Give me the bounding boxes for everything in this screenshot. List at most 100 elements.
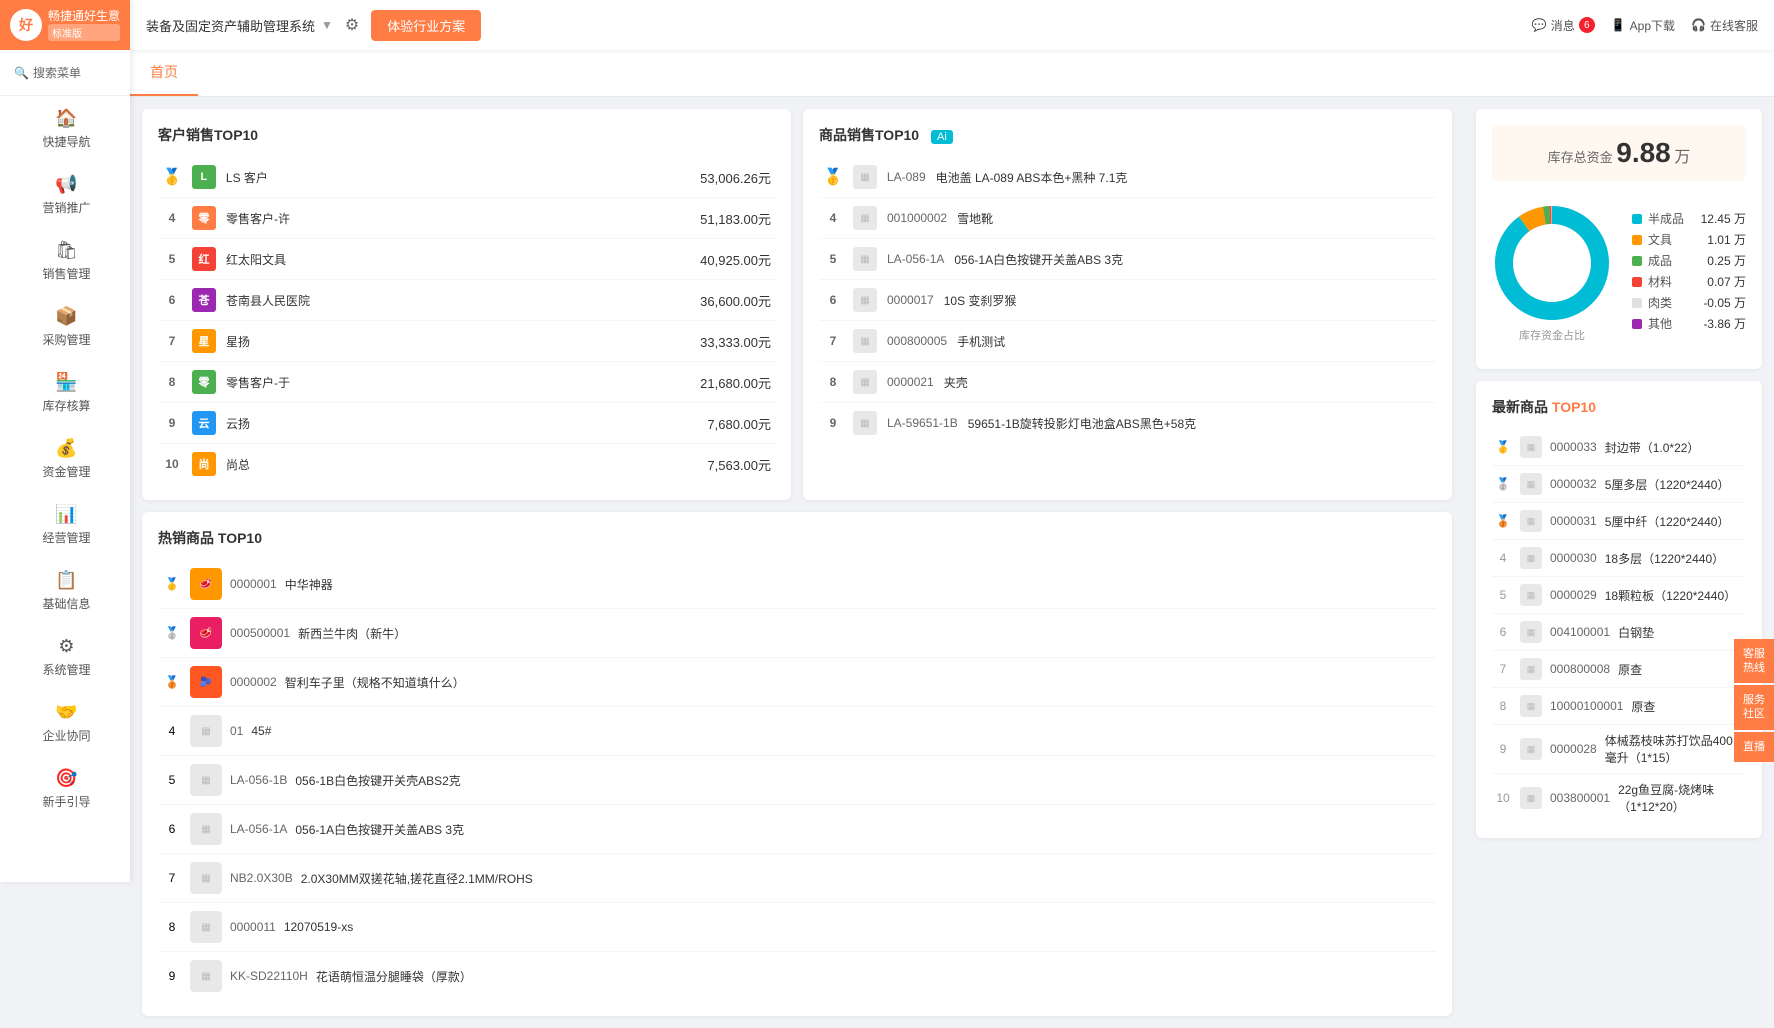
table-row: 8 ▦ 0000021 夹壳 — [819, 362, 1436, 403]
rank-number: 8 — [823, 372, 843, 392]
service-community-button[interactable]: 服务社区 — [1734, 685, 1774, 730]
legend-item: 其他 -3.86 万 — [1632, 315, 1746, 332]
customer-amount: 7,680.00元 — [707, 414, 771, 433]
ai-label: Ai — [931, 130, 953, 144]
sidebar-item-finance[interactable]: 💰 资金管理 — [0, 426, 130, 492]
rank-badge: 尚 — [192, 452, 216, 476]
table-row: 7 ▦ 000800005 手机测试 — [819, 321, 1436, 362]
content-main: 客户销售TOP10 🥇 L LS 客户 53,006.26元 4 零 零售客户- — [130, 97, 1464, 1028]
sidebar-item-basic[interactable]: 📋 基础信息 — [0, 558, 130, 624]
product-icon: ▦ — [1520, 621, 1542, 643]
product-icon: ▦ — [853, 411, 877, 435]
sidebar-item-inventory[interactable]: 🏪 库存核算 — [0, 360, 130, 426]
legend-name: 成品 — [1648, 252, 1701, 269]
rank-badge: 云 — [192, 411, 216, 435]
product-name: 花语萌恒温分腿睡袋（厚款） — [316, 968, 472, 985]
legend-dot — [1632, 256, 1642, 266]
hot-products-list: 🥇 🥩 0000001 中华神器 🥈 🥩 000500001 新西兰牛肉（新牛）… — [158, 560, 1436, 1000]
legend-value: -0.05 万 — [1703, 294, 1746, 311]
sidebar-search-area[interactable]: 🔍 搜索菜单 — [0, 50, 130, 96]
rank-number: 6 — [162, 290, 182, 310]
legend-list: 半成品 12.45 万 文具 1.01 万 成品 0.25 万 — [1632, 210, 1746, 336]
product-name: 手机测试 — [957, 333, 1432, 350]
rank-number: 🥈 — [1494, 477, 1512, 491]
list-item: 8 ▦ 0000011 12070519-xs — [158, 903, 1436, 952]
message-btn[interactable]: 💬 消息 6 — [1532, 17, 1595, 34]
try-plan-button[interactable]: 体验行业方案 — [371, 10, 481, 41]
search-menu-btn[interactable]: 🔍 搜索菜单 — [8, 60, 122, 85]
rank-number: 8 — [1494, 699, 1512, 713]
rank-section: 客户销售TOP10 🥇 L LS 客户 53,006.26元 4 零 零售客户- — [142, 109, 1452, 500]
legend-dot — [1632, 214, 1642, 224]
rank-number: 6 — [823, 290, 843, 310]
product-code: LA-056-1A — [230, 822, 287, 836]
list-item: 4 ▦ 0000030 18多层（1220*2440） — [1492, 540, 1746, 577]
direct-button[interactable]: 直播 — [1734, 732, 1774, 762]
product-code: 001000002 — [887, 211, 947, 225]
topbar: 装备及固定资产辅助管理系统 ▼ ⚙ 体验行业方案 💬 消息 6 📱 App下载 … — [130, 0, 1774, 50]
product-icon: ▦ — [1520, 584, 1542, 606]
system-title-area: 装备及固定资产辅助管理系统 ▼ — [146, 16, 333, 35]
medal-icon: 🥇 — [162, 167, 182, 187]
inventory-icon: 🏪 — [55, 372, 77, 393]
customer-service-button[interactable]: 客服热线 — [1734, 639, 1774, 684]
product-code: 0000029 — [1550, 588, 1597, 602]
customer-name: LS 客户 — [226, 169, 690, 186]
sidebar-item-label: 新手引导 — [42, 793, 90, 810]
online-service-label: 在线客服 — [1710, 17, 1758, 34]
product-name: 体械荔枝味苏打饮品400毫升（1*15） — [1605, 732, 1744, 766]
product-sales-title-text: 商品销售TOP10 — [819, 127, 919, 143]
product-code: KK-SD22110H — [230, 969, 308, 983]
rank-number: 7 — [162, 331, 182, 351]
customer-rank-list: 🥇 L LS 客户 53,006.26元 4 零 零售客户-许 51,183.0… — [158, 157, 775, 484]
sidebar-item-purchase[interactable]: 📦 采购管理 — [0, 294, 130, 360]
sidebar-item-label: 采购管理 — [42, 331, 90, 348]
rank-badge: 零 — [192, 370, 216, 394]
rank-number: 8 — [162, 372, 182, 392]
tab-home[interactable]: 首页 — [130, 50, 198, 96]
sidebar-item-sales[interactable]: 🛍 销售管理 — [0, 228, 130, 294]
product-icon: ▦ — [1520, 787, 1542, 809]
product-code: 004100001 — [1550, 625, 1610, 639]
product-icon: ▦ — [853, 165, 877, 189]
table-row: 🥇 L LS 客户 53,006.26元 — [158, 157, 775, 198]
sidebar-item-system[interactable]: ⚙ 系统管理 — [0, 624, 130, 690]
legend-value: 0.25 万 — [1707, 252, 1746, 269]
list-item: 7 ▦ NB2.0X30B 2.0X30MM双搓花轴,搓花直径2.1MM/ROH… — [158, 854, 1436, 903]
product-name: 中华神器 — [285, 576, 333, 593]
online-service-btn[interactable]: 🎧 在线客服 — [1691, 17, 1758, 34]
sidebar-item-guide[interactable]: 🎯 新手引导 — [0, 756, 130, 822]
product-icon: ▦ — [1520, 436, 1542, 458]
phone-icon: 📱 — [1611, 18, 1626, 32]
app-download-btn[interactable]: 📱 App下载 — [1611, 17, 1675, 34]
product-icon: ▦ — [1520, 473, 1542, 495]
main-area: 装备及固定资产辅助管理系统 ▼ ⚙ 体验行业方案 💬 消息 6 📱 App下载 … — [130, 0, 1774, 1028]
product-name: 10S 变刹罗猴 — [944, 292, 1432, 309]
customer-name: 星扬 — [226, 333, 690, 350]
legend-dot — [1632, 277, 1642, 287]
sidebar-item-home[interactable]: 🏠 快捷导航 — [0, 96, 130, 162]
legend-item: 成品 0.25 万 — [1632, 252, 1746, 269]
sidebar-item-coop[interactable]: 🤝 企业协同 — [0, 690, 130, 756]
table-row: 5 红 红太阳文具 40,925.00元 — [158, 239, 775, 280]
product-name: 2.0X30MM双搓花轴,搓花直径2.1MM/ROHS — [301, 870, 533, 887]
legend-value: 12.45 万 — [1701, 210, 1746, 227]
product-icon: ▦ — [853, 247, 877, 271]
legend-item: 材料 0.07 万 — [1632, 273, 1746, 290]
float-buttons: 客服热线 服务社区 直播 — [1734, 639, 1774, 762]
product-name: 18多层（1220*2440） — [1605, 550, 1724, 567]
sidebar-item-operation[interactable]: 📊 经营管理 — [0, 492, 130, 558]
main-nav: 🏠 快捷导航 📢 营销推广 🛍 销售管理 📦 采购管理 🏪 库存核算 💰 资金管… — [0, 96, 130, 882]
product-image: ▦ — [190, 715, 222, 747]
rank-number: 10 — [1494, 791, 1512, 805]
table-row: 5 ▦ LA-056-1A 056-1A白色按键开关盖ABS 3克 — [819, 239, 1436, 280]
product-name: 45# — [251, 724, 271, 738]
inventory-unit: 万 — [1674, 149, 1690, 166]
title-arrow-icon: ▼ — [321, 18, 333, 32]
sidebar-item-marketing[interactable]: 📢 营销推广 — [0, 162, 130, 228]
settings-icon[interactable]: ⚙ — [345, 15, 359, 35]
inventory-total-area: 库存总资金 9.88 万 — [1492, 125, 1746, 181]
product-code: 0000017 — [887, 293, 934, 307]
legend-value: -3.86 万 — [1703, 315, 1746, 332]
purchase-icon: 📦 — [55, 306, 77, 327]
